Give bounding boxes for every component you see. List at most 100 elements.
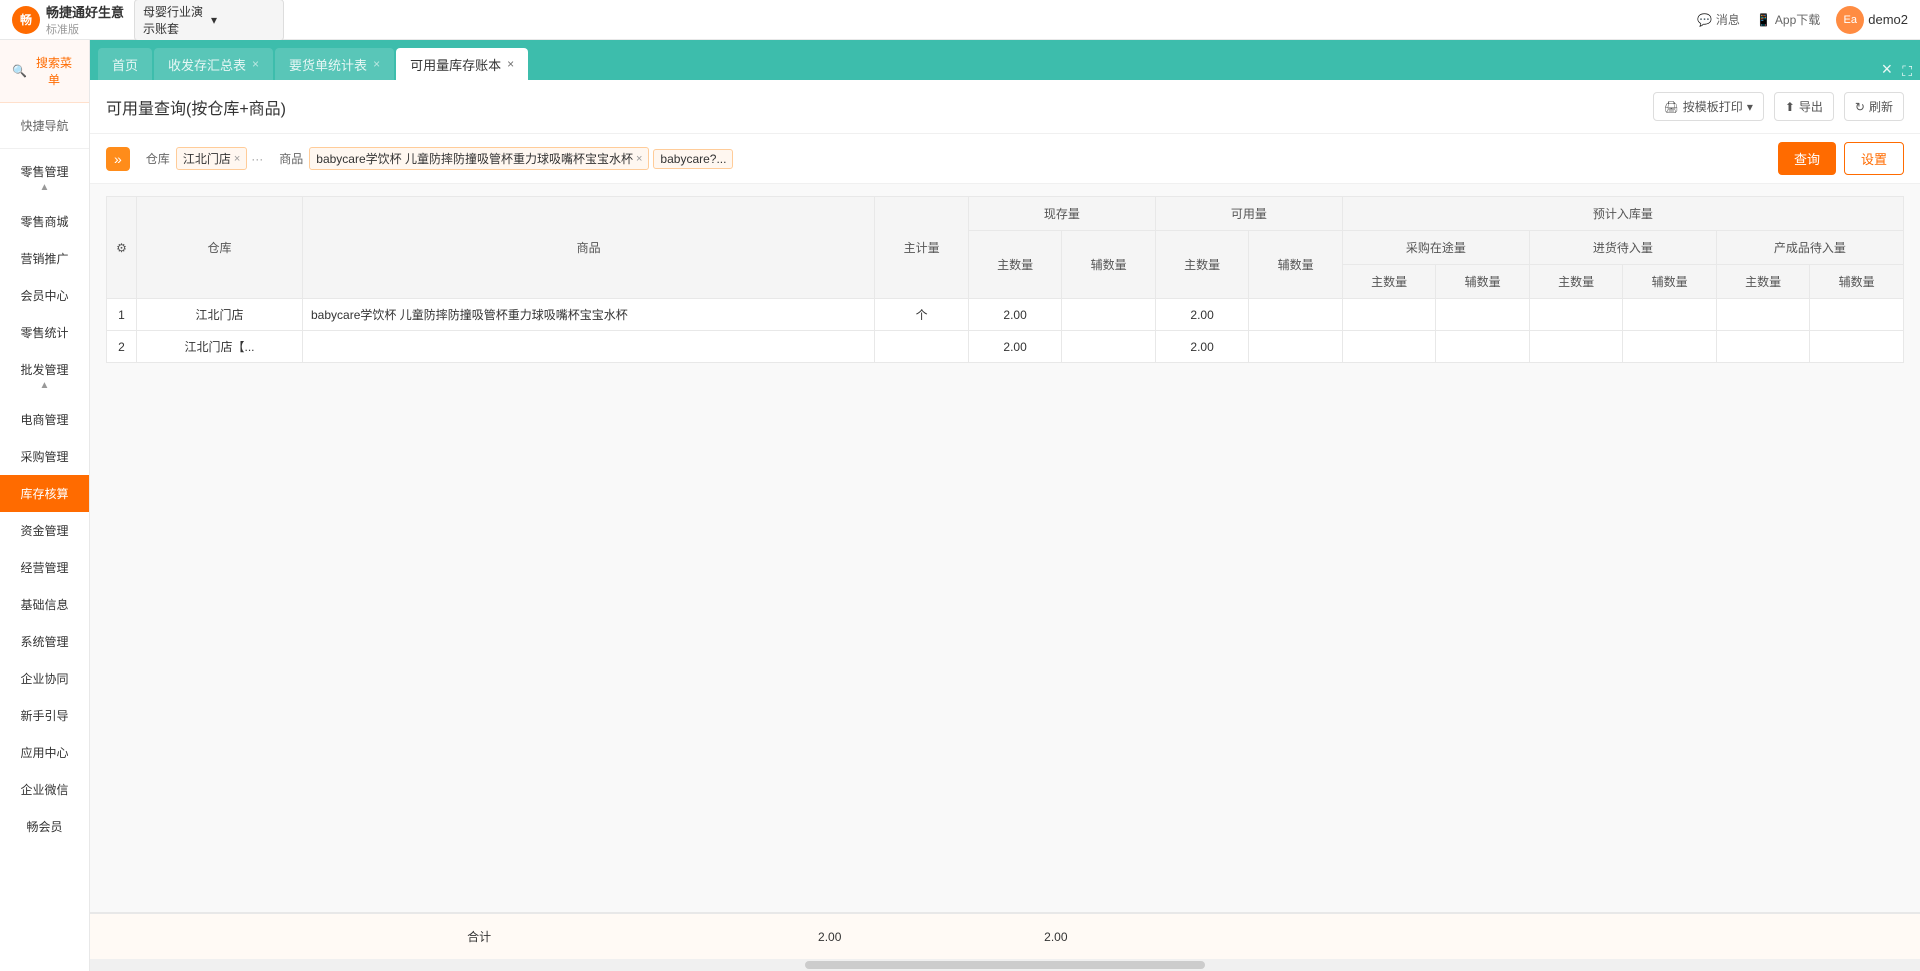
remove-product-tag-0[interactable]: × xyxy=(636,153,642,165)
footer-avail-main: 2.00 xyxy=(999,922,1112,951)
content-area: 首页收发存汇总表×要货单统计表×可用量库存账本××⛶ 可用量查询(按仓库+商品)… xyxy=(90,40,1920,971)
filter-bar: » 仓库 江北门店 × ··· 商品 babycare学饮杯 儿童防摔防撞吸管杯… xyxy=(90,134,1920,184)
tab-bar: 首页收发存汇总表×要货单统计表×可用量库存账本××⛶ xyxy=(90,40,1920,80)
footer-empty-unit xyxy=(683,922,773,951)
industry-selector[interactable]: 母婴行业演示账套 ▾ xyxy=(134,0,284,41)
sidebar-item-retail[interactable]: 零售管理▲ xyxy=(0,153,89,203)
cell-purchase-main xyxy=(1342,331,1436,363)
warehouse-tag-0[interactable]: 江北门店 × xyxy=(176,147,247,170)
cell-unit: 个 xyxy=(875,299,969,331)
sidebar-item-finance[interactable]: 资金管理 xyxy=(0,512,89,549)
col-production: 产成品待入量 xyxy=(1716,231,1903,265)
avatar: Ea xyxy=(1836,6,1864,34)
sidebar-item-operations[interactable]: 经营管理 xyxy=(0,549,89,586)
col-purchase-main: 主数量 xyxy=(1342,265,1436,299)
tab-close-receive[interactable]: × xyxy=(252,57,259,71)
search-menu-button[interactable]: 🔍 搜索菜单 xyxy=(8,50,81,92)
cell-transit-main xyxy=(1529,331,1623,363)
refresh-button[interactable]: ↻ 刷新 xyxy=(1844,92,1904,121)
query-button[interactable]: 查询 xyxy=(1778,142,1836,175)
user-profile[interactable]: Ea demo2 xyxy=(1836,6,1908,34)
page-header: 可用量查询(按仓库+商品) 🖨 按模板打印 ▾ ⬆ 导出 ↻ 刷新 xyxy=(90,80,1920,134)
sidebar-item-enterprise[interactable]: 企业协同 xyxy=(0,660,89,697)
footer-prod-main xyxy=(1678,922,1791,951)
table-row: 2 江北门店【... 2.00 2.00 xyxy=(107,331,1904,363)
message-action[interactable]: 💬 消息 xyxy=(1697,11,1740,28)
cell-purchase-aux xyxy=(1436,299,1530,331)
table-scroll-bar[interactable] xyxy=(90,959,1920,971)
product-tag-1[interactable]: babycare?... xyxy=(653,149,733,169)
cell-current-main: 2.00 xyxy=(968,299,1062,331)
sidebar-item-marketing[interactable]: 营销推广 xyxy=(0,240,89,277)
sidebar-item-inventory[interactable]: 库存核算 xyxy=(0,475,89,512)
table-row: 1 江北门店 babycare学饮杯 儿童防摔防撞吸管杯重力球吸嘴杯宝宝水杯 个… xyxy=(107,299,1904,331)
cell-prod-aux xyxy=(1810,331,1904,363)
col-warehouse: 仓库 xyxy=(137,197,303,299)
sidebar-item-member2[interactable]: 畅会员 xyxy=(0,808,89,845)
sidebar-item-system[interactable]: 系统管理 xyxy=(0,623,89,660)
sidebar-item-retail_mall[interactable]: 零售商城 xyxy=(0,203,89,240)
cell-warehouse: 江北门店 xyxy=(137,299,303,331)
col-available: 可用量 xyxy=(1155,197,1342,231)
col-unit: 主计量 xyxy=(875,197,969,299)
product-tags: babycare学饮杯 儿童防摔防撞吸管杯重力球吸嘴杯宝宝水杯 × babyca… xyxy=(309,147,733,170)
remove-warehouse-tag[interactable]: × xyxy=(234,153,240,165)
settings-button[interactable]: 设置 xyxy=(1844,142,1904,175)
tab-available[interactable]: 可用量库存账本× xyxy=(396,48,528,80)
page-title: 可用量查询(按仓库+商品) xyxy=(106,95,286,119)
sidebar-item-apps[interactable]: 应用中心 xyxy=(0,734,89,771)
chevron-down-icon: ▾ xyxy=(211,13,275,27)
sidebar-section: 零售管理▲零售商城营销推广会员中心零售统计批发管理▲电商管理采购管理库存核算资金… xyxy=(0,149,89,849)
message-icon: 💬 xyxy=(1697,13,1712,27)
cell-transit-aux xyxy=(1623,331,1717,363)
main-layout: 🔍 搜索菜单 快捷导航 零售管理▲零售商城营销推广会员中心零售统计批发管理▲电商… xyxy=(0,40,1920,971)
warehouse-label: 仓库 xyxy=(146,150,170,167)
cell-avail-main: 2.00 xyxy=(1155,299,1249,331)
cell-prod-main xyxy=(1716,331,1810,363)
warehouse-more[interactable]: ··· xyxy=(251,152,263,166)
col-settings[interactable]: ⚙ xyxy=(107,197,137,299)
sidebar-item-retail_stats[interactable]: 零售统计 xyxy=(0,314,89,351)
tab-home[interactable]: 首页 xyxy=(98,48,152,80)
tab-receive[interactable]: 收发存汇总表× xyxy=(154,48,273,80)
warehouse-filter-group: 仓库 江北门店 × ··· xyxy=(146,147,263,170)
template-print-button[interactable]: 🖨 按模板打印 ▾ xyxy=(1653,92,1764,121)
col-current-stock: 现存量 xyxy=(968,197,1155,231)
product-label: 商品 xyxy=(279,150,303,167)
tab-close-all[interactable]: × xyxy=(1874,59,1901,80)
tab-order[interactable]: 要货单统计表× xyxy=(275,48,394,80)
sidebar-item-newbie[interactable]: 新手引导 xyxy=(0,697,89,734)
data-table: ⚙ 仓库 商品 主计量 现存量 可用量 预计入库量 主数量 辅数量 主数量 辅数… xyxy=(106,196,1904,363)
col-transit-main: 主数量 xyxy=(1529,265,1623,299)
product-tag-0[interactable]: babycare学饮杯 儿童防摔防撞吸管杯重力球吸嘴杯宝宝水杯 × xyxy=(309,147,649,170)
export-button[interactable]: ⬆ 导出 xyxy=(1774,92,1834,121)
footer-table: 合计 2.00 2.00 xyxy=(106,922,1904,951)
tab-close-order[interactable]: × xyxy=(373,57,380,71)
col-purchase: 采购在途量 xyxy=(1342,231,1529,265)
app-icon: 📱 xyxy=(1756,13,1771,27)
search-icon: 🔍 xyxy=(12,64,27,78)
sidebar-item-wechat[interactable]: 企业微信 xyxy=(0,771,89,808)
tab-maximize[interactable]: ⛶ xyxy=(1902,63,1912,80)
export-icon: ⬆ xyxy=(1785,100,1795,114)
footer-label: 合计 xyxy=(276,922,683,951)
footer-transit-aux xyxy=(1565,922,1678,951)
sidebar-item-member[interactable]: 会员中心 xyxy=(0,277,89,314)
print-icon: 🖨 xyxy=(1664,100,1679,114)
sidebar-item-wholesale[interactable]: 批发管理▲ xyxy=(0,351,89,401)
table-area: ⚙ 仓库 商品 主计量 现存量 可用量 预计入库量 主数量 辅数量 主数量 辅数… xyxy=(90,184,1920,912)
cell-avail-aux xyxy=(1249,299,1343,331)
sidebar-item-basic[interactable]: 基础信息 xyxy=(0,586,89,623)
filter-expand-button[interactable]: » xyxy=(106,147,130,171)
col-transit-aux: 辅数量 xyxy=(1623,265,1717,299)
sidebar-item-quick-nav[interactable]: 快捷导航 xyxy=(0,109,89,142)
footer-prod-aux xyxy=(1791,922,1904,951)
sidebar: 🔍 搜索菜单 快捷导航 零售管理▲零售商城营销推广会员中心零售统计批发管理▲电商… xyxy=(0,40,90,971)
sidebar-item-purchase[interactable]: 采购管理 xyxy=(0,438,89,475)
tab-close-available[interactable]: × xyxy=(507,57,514,71)
cell-no: 1 xyxy=(107,299,137,331)
sidebar-item-ecommerce[interactable]: 电商管理 xyxy=(0,401,89,438)
footer-avail-aux xyxy=(1112,922,1225,951)
app-download-action[interactable]: 📱 App下载 xyxy=(1756,11,1820,28)
cell-product: babycare学饮杯 儿童防摔防撞吸管杯重力球吸嘴杯宝宝水杯 xyxy=(303,299,875,331)
